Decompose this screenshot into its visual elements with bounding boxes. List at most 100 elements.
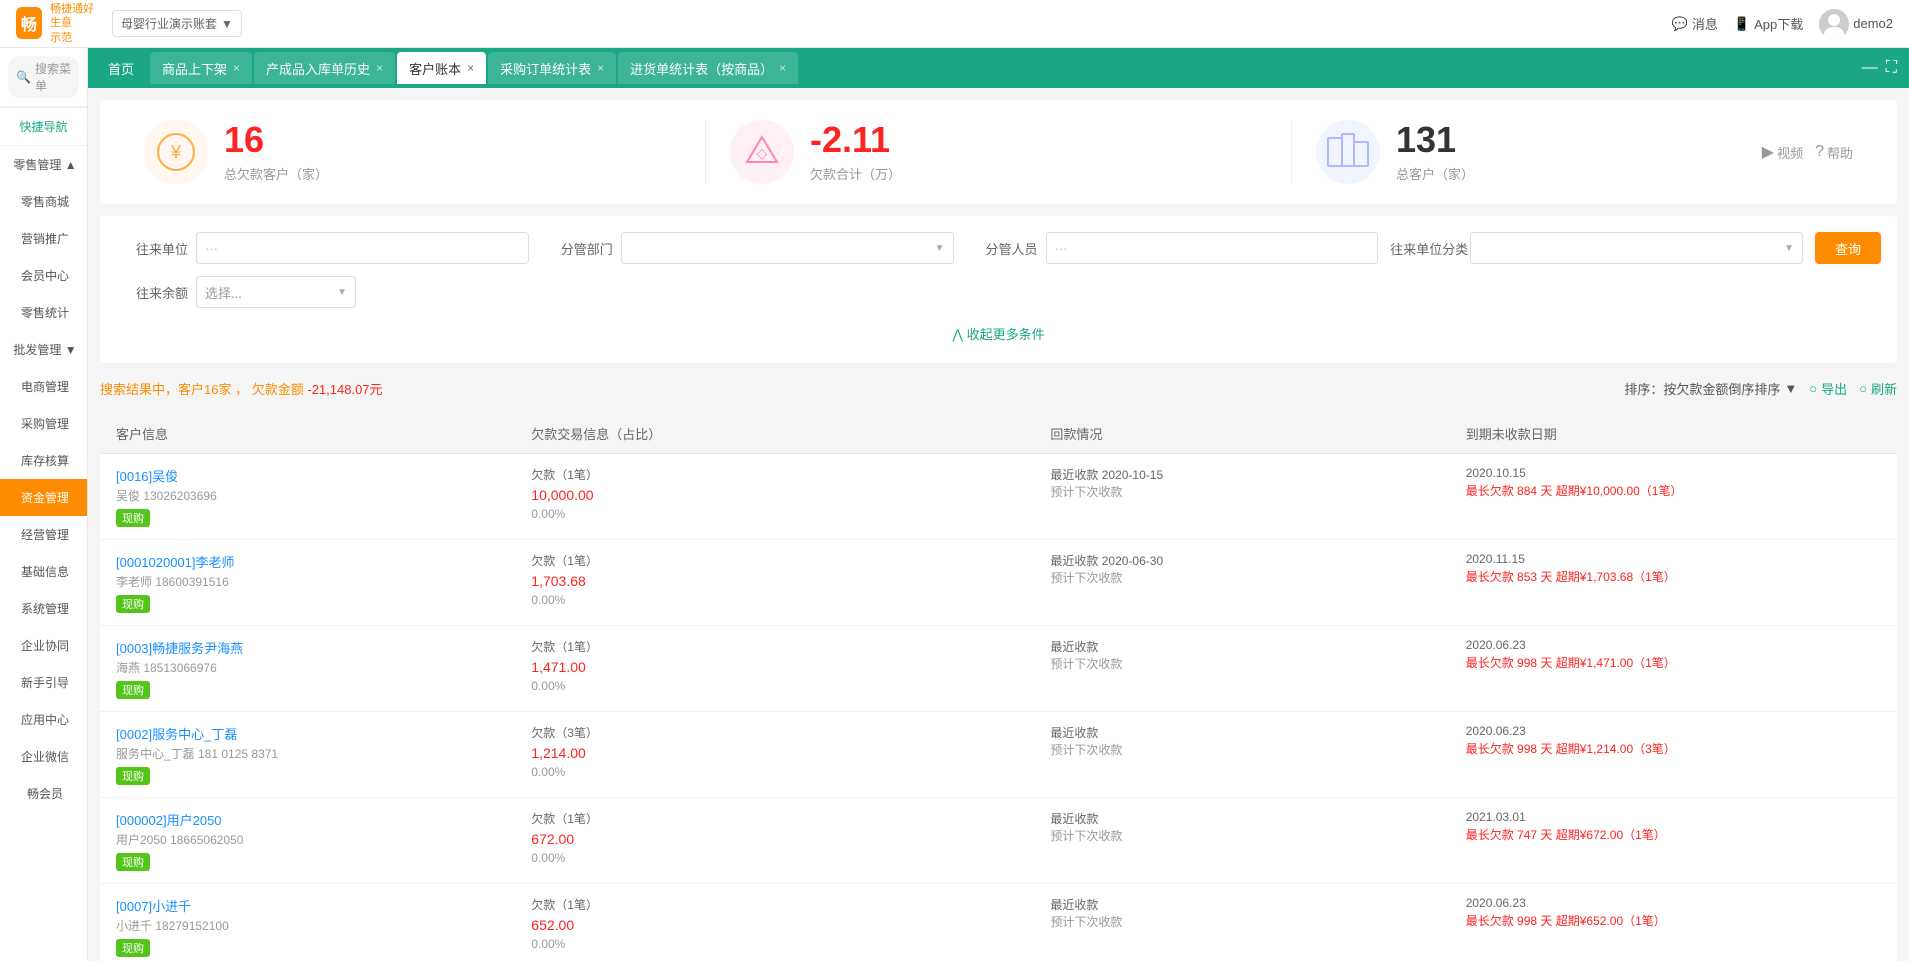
filter-item-dept: 分管部门 ▼	[541, 232, 954, 264]
debt-amount[interactable]: 1,214.00	[531, 745, 1050, 761]
help-btn[interactable]: ? 帮助	[1815, 143, 1853, 162]
filter-select-balance[interactable]: 选择... ▼	[196, 276, 356, 308]
chevron-down-icon-sort: ▼	[1784, 381, 1797, 396]
filter-select-dept[interactable]: ▼	[621, 232, 954, 264]
debt-amount[interactable]: 1,471.00	[531, 659, 1050, 675]
debt-percent: 0.00%	[531, 679, 1050, 693]
sidebar-item-marketing[interactable]: 营销推广	[0, 220, 87, 257]
customer-name-link[interactable]: [0001020001]李老师	[116, 555, 235, 570]
sidebar-item-enterprise-collab[interactable]: 企业协同	[0, 627, 87, 664]
overdue-days: 最长欠款 998 天 超期¥1,471.00（1笔）	[1466, 654, 1881, 671]
debt-amount[interactable]: 10,000.00	[531, 487, 1050, 503]
customer-name-link[interactable]: [000002]用户2050	[116, 813, 222, 828]
query-button[interactable]: 查询	[1815, 232, 1881, 264]
sidebar-item-purchase[interactable]: 采购管理	[0, 405, 87, 442]
debt-label: 欠款（1笔）	[531, 810, 1050, 827]
filter-select-category[interactable]: ▼	[1470, 232, 1803, 264]
overdue-link[interactable]: 超期¥1,471.00（1笔）	[1556, 656, 1676, 670]
table-row: [0007]小进千 小进千 18279152100 现购 欠款（1笔） 652.…	[100, 884, 1897, 961]
col-header-customer: 客户信息	[116, 424, 531, 443]
customer-name-link[interactable]: [0002]服务中心_丁磊	[116, 727, 237, 742]
customer-tag: 现购	[116, 767, 150, 785]
app-download-button[interactable]: 📱 App下载	[1734, 14, 1803, 33]
last-collection: 最近收款 2020-10-15	[1050, 466, 1465, 483]
tab-close-purchase-orders[interactable]: ×	[597, 61, 604, 75]
sidebar-item-wholesale[interactable]: 批发管理 ▼	[0, 331, 87, 368]
customer-tag: 现购	[116, 939, 150, 957]
search-menu-input[interactable]: 🔍 搜索菜单	[8, 56, 79, 98]
tab-close-customer-ledger[interactable]: ×	[467, 61, 474, 75]
tab-purchase-orders[interactable]: 采购订单统计表 ×	[488, 52, 616, 84]
sidebar-item-enterprise-wechat[interactable]: 企业微信	[0, 738, 87, 775]
sidebar-item-retail-management[interactable]: 零售管理 ▲	[0, 146, 87, 183]
sidebar-item-operations[interactable]: 经营管理	[0, 516, 87, 553]
customer-phone: 用户2050 18665062050	[116, 831, 531, 848]
tab-close-production[interactable]: ×	[376, 61, 383, 75]
view-video-btn[interactable]: ▶ 视频	[1762, 142, 1803, 162]
table-row: [0001020001]李老师 李老师 18600391516 现购 欠款（1笔…	[100, 540, 1897, 626]
collapse-filters-btn[interactable]: ⋀ 收起更多条件	[116, 320, 1881, 347]
sidebar-item-finance[interactable]: 资金管理	[0, 479, 87, 516]
stat-info-total-customers: 131 总客户（家）	[1396, 122, 1746, 183]
customer-name-link[interactable]: [0007]小进千	[116, 899, 191, 914]
filter-input-unit[interactable]: ···	[196, 232, 529, 264]
message-button[interactable]: 💬 消息	[1672, 14, 1718, 33]
tab-close-incoming-stats[interactable]: ×	[779, 61, 786, 75]
sidebar-item-system[interactable]: 系统管理	[0, 590, 87, 627]
debt-amount[interactable]: 1,703.68	[531, 573, 1050, 589]
debt-label: 欠款（1笔）	[531, 896, 1050, 913]
filter-item-person: 分管人员 ···	[966, 232, 1379, 264]
sidebar-item-retail-stats[interactable]: 零售统计	[0, 294, 87, 331]
refresh-button[interactable]: ○ 刷新	[1859, 379, 1897, 398]
sidebar-item-inventory[interactable]: 库存核算	[0, 442, 87, 479]
tab-production[interactable]: 产成品入库单历史 ×	[254, 52, 395, 84]
collection-info-cell: 最近收款 2020-06-30 预计下次收款	[1050, 552, 1465, 586]
chevron-down-icon-3: ▼	[337, 287, 347, 298]
last-collection: 最近收款 2020-06-30	[1050, 552, 1465, 569]
sidebar-item-quick-nav[interactable]: 快捷导航	[0, 107, 87, 146]
debt-label: 欠款（3笔）	[531, 724, 1050, 741]
sidebar-item-app-center[interactable]: 应用中心	[0, 701, 87, 738]
export-button[interactable]: ○ 导出	[1809, 379, 1847, 398]
sidebar-item-member-vip[interactable]: 畅会员	[0, 775, 87, 812]
stat-card-debt-customers: ¥ 16 总欠款客户（家）	[120, 120, 706, 184]
user-avatar[interactable]: demo2	[1819, 9, 1893, 39]
store-selector[interactable]: 母婴行业演示账套 ▼	[112, 10, 242, 37]
customer-name-link[interactable]: [0003]畅捷服务尹海燕	[116, 641, 243, 656]
filter-area: 往来单位 ··· 分管部门 ▼	[100, 216, 1897, 363]
sidebar-item-newbie-guide[interactable]: 新手引导	[0, 664, 87, 701]
filter-row-2: 往来余额 选择... ▼	[116, 276, 1881, 308]
tab-incoming-stats[interactable]: 进货单统计表（按商品） ×	[618, 52, 798, 84]
overdue-link[interactable]: 超期¥1,214.00（3笔）	[1556, 742, 1676, 756]
tab-products[interactable]: 商品上下架 ×	[150, 52, 252, 84]
next-collection: 预计下次收款	[1050, 483, 1465, 500]
last-collection: 最近收款	[1050, 810, 1465, 827]
overdue-link[interactable]: 超期¥10,000.00（1笔）	[1556, 484, 1683, 498]
debt-amount[interactable]: 672.00	[531, 831, 1050, 847]
overdue-days: 最长欠款 998 天 超期¥652.00（1笔）	[1466, 912, 1881, 929]
sidebar-item-retail-mall[interactable]: 零售商城	[0, 183, 87, 220]
overdue-link[interactable]: 超期¥1,703.68（1笔）	[1556, 570, 1676, 584]
sidebar-item-ecommerce[interactable]: 电商管理	[0, 368, 87, 405]
tab-close-products[interactable]: ×	[233, 61, 240, 75]
chevron-down-icon-2: ▼	[1784, 243, 1794, 254]
filter-input-person[interactable]: ···	[1046, 232, 1379, 264]
sidebar-item-basic-info[interactable]: 基础信息	[0, 553, 87, 590]
debt-customers-number: 16	[224, 122, 681, 158]
sort-button[interactable]: 排序：按欠款金额倒序排序 ▼	[1624, 379, 1797, 398]
app-container: 畅 畅捷通好生意 示范 母婴行业演示账套 ▼ 💬 消息 📱 App下载	[0, 0, 1909, 961]
stat-info-debt-customers: 16 总欠款客户（家）	[224, 122, 681, 183]
sidebar-item-member-center[interactable]: 会员中心	[0, 257, 87, 294]
customer-tag: 现购	[116, 681, 150, 699]
customer-name-link[interactable]: [0016]吴俊	[116, 469, 178, 484]
filter-label-dept: 分管部门	[541, 239, 613, 258]
tab-home[interactable]: 首页	[92, 59, 150, 78]
next-collection: 预计下次收款	[1050, 741, 1465, 758]
minimize-icon[interactable]: —	[1862, 59, 1878, 77]
overdue-days: 最长欠款 998 天 超期¥1,214.00（3笔）	[1466, 740, 1881, 757]
maximize-icon[interactable]: ⛶	[1886, 59, 1897, 77]
tab-customer-ledger[interactable]: 客户账本 ×	[397, 52, 486, 84]
debt-amount[interactable]: 652.00	[531, 917, 1050, 933]
overdue-link[interactable]: 超期¥652.00（1笔）	[1556, 914, 1666, 928]
overdue-link[interactable]: 超期¥672.00（1笔）	[1556, 828, 1666, 842]
